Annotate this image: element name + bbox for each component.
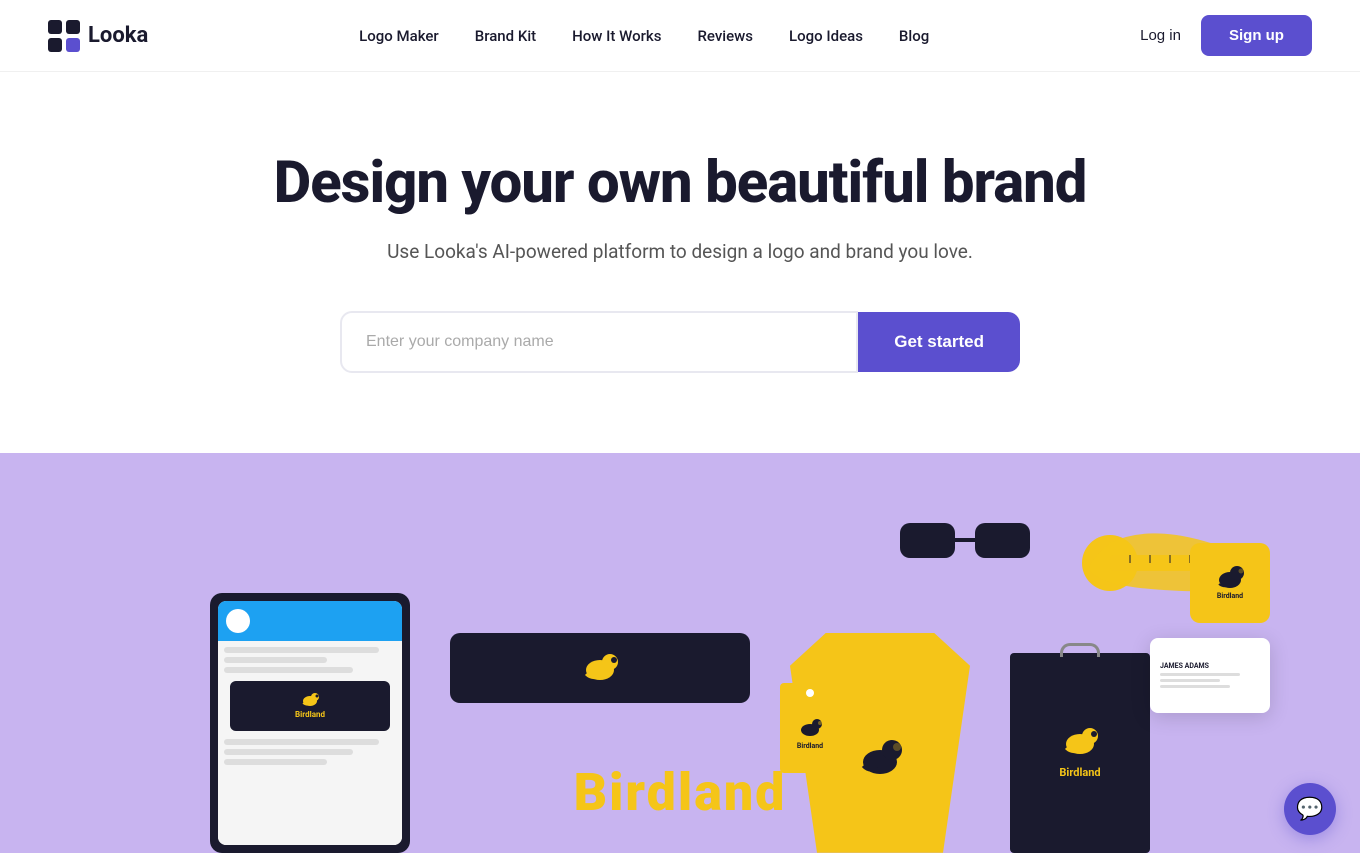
yellow-card-birdland-label: Birdland <box>1217 592 1243 600</box>
tag-mockup: Birdland <box>780 683 840 773</box>
tablet-content: Birdland <box>218 641 402 845</box>
card-line <box>1160 679 1220 682</box>
bag-handle <box>1060 643 1100 657</box>
get-started-button[interactable]: Get started <box>858 312 1020 372</box>
nav-auth: Log in Sign up <box>1140 15 1312 56</box>
tablet-line <box>224 749 353 755</box>
signup-button[interactable]: Sign up <box>1201 15 1312 56</box>
tube-bird-icon <box>580 652 620 684</box>
yellow-card-bird-icon <box>1215 566 1245 590</box>
logo-icon <box>48 20 80 52</box>
sunglasses-icon <box>900 513 1030 563</box>
tablet-line <box>224 657 327 663</box>
nav-link-how-it-works[interactable]: How It Works <box>572 27 661 45</box>
chat-icon: 💬 <box>1296 797 1323 822</box>
tablet-line <box>224 647 379 653</box>
tag-bird-icon <box>798 718 823 738</box>
hero-title: Design your own beautiful brand <box>20 152 1340 216</box>
tablet-screen: Birdland <box>218 601 402 845</box>
bag-mockup: Birdland <box>1010 653 1150 853</box>
business-card-mockup: JAMES ADAMS <box>1150 638 1270 713</box>
logo-link[interactable]: Looka <box>48 20 148 52</box>
tablet-line <box>224 739 379 745</box>
tube-mockup <box>450 633 750 703</box>
tablet-brand-logo: Birdland <box>230 681 390 731</box>
sunglasses-mockup <box>900 513 1030 563</box>
tablet-avatar <box>226 609 250 633</box>
tablet-line <box>224 759 327 765</box>
brand-section: Birdland <box>0 453 1360 853</box>
card-line <box>1160 685 1230 688</box>
bag-birdland-label: Birdland <box>1059 766 1100 779</box>
card-name: JAMES ADAMS <box>1160 662 1209 670</box>
hero-section: Design your own beautiful brand Use Look… <box>0 72 1360 453</box>
tablet-birdland-label: Birdland <box>295 710 325 719</box>
nav-link-blog[interactable]: Blog <box>899 27 929 45</box>
shirt-bird-icon <box>855 738 905 778</box>
nav-link-logo-maker[interactable]: Logo Maker <box>359 27 439 45</box>
card-line <box>1160 673 1240 676</box>
tablet-line <box>224 667 353 673</box>
tag-hole <box>806 689 814 697</box>
nav-link-reviews[interactable]: Reviews <box>697 27 753 45</box>
tag-birdland-label: Birdland <box>797 742 823 750</box>
chat-bubble-button[interactable]: 💬 <box>1284 783 1336 835</box>
nav-link-logo-ideas[interactable]: Logo Ideas <box>789 27 863 45</box>
tablet-bird-icon <box>300 692 320 708</box>
nav-link-brand-kit[interactable]: Brand Kit <box>475 27 536 45</box>
logo-text: Looka <box>88 23 148 48</box>
tablet-mockup: Birdland <box>210 593 410 853</box>
nav-links: Logo Maker Brand Kit How It Works Review… <box>359 26 929 45</box>
yellow-card-mockup: Birdland <box>1190 543 1270 623</box>
hero-subtitle: Use Looka's AI-powered platform to desig… <box>20 240 1340 263</box>
company-name-input[interactable] <box>340 311 858 373</box>
hero-form: Get started <box>340 311 1020 373</box>
bag-bird-icon <box>1060 726 1100 758</box>
navbar: Looka Logo Maker Brand Kit How It Works … <box>0 0 1360 72</box>
login-button[interactable]: Log in <box>1140 27 1181 44</box>
tablet-header <box>218 601 402 641</box>
birdland-large-text: Birdland <box>574 762 787 823</box>
